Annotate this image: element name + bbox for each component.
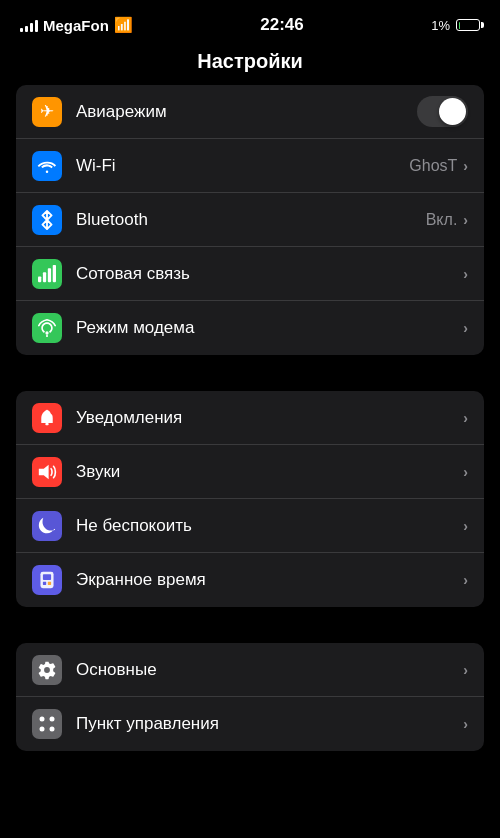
- svg-rect-3: [53, 265, 56, 282]
- value-bluetooth: Вкл.: [426, 211, 458, 229]
- label-airplane: Авиарежим: [76, 102, 417, 122]
- label-screentime: Экранное время: [76, 570, 463, 590]
- icon-hotspot: [32, 313, 62, 343]
- chevron-notifications: ›: [463, 410, 468, 426]
- svg-rect-1: [43, 272, 46, 282]
- svg-rect-5: [45, 422, 48, 424]
- svg-point-13: [50, 717, 55, 722]
- row-sounds[interactable]: Звуки›: [16, 445, 484, 499]
- label-donotdisturb: Не беспокоить: [76, 516, 463, 536]
- section-general: Основные› Пункт управления›: [0, 643, 500, 751]
- row-controlcenter[interactable]: Пункт управления›: [16, 697, 484, 751]
- carrier-name: MegaFon: [43, 17, 109, 34]
- row-hotspot[interactable]: Режим модема›: [16, 301, 484, 355]
- svg-rect-2: [48, 268, 51, 282]
- svg-point-14: [40, 727, 45, 732]
- status-left: MegaFon 📶: [20, 16, 133, 34]
- battery-icon: [456, 19, 480, 31]
- chevron-donotdisturb: ›: [463, 518, 468, 534]
- icon-screentime: [32, 565, 62, 595]
- label-controlcenter: Пункт управления: [76, 714, 463, 734]
- status-bar: MegaFon 📶 22:46 1%: [0, 0, 500, 44]
- battery-percent: 1%: [431, 18, 450, 33]
- chevron-wifi: ›: [463, 158, 468, 174]
- label-general: Основные: [76, 660, 463, 680]
- status-right: 1%: [431, 18, 480, 33]
- svg-rect-11: [48, 582, 51, 585]
- wifi-icon: 📶: [114, 16, 133, 34]
- chevron-controlcenter: ›: [463, 716, 468, 732]
- chevron-hotspot: ›: [463, 320, 468, 336]
- label-sounds: Звуки: [76, 462, 463, 482]
- signal-bars: [20, 18, 38, 32]
- icon-cellular: [32, 259, 62, 289]
- icon-general: [32, 655, 62, 685]
- svg-point-15: [50, 727, 55, 732]
- icon-bluetooth: [32, 205, 62, 235]
- section-connectivity: ✈ Авиарежим Wi-FiGhosT › BluetoothВкл. › Со…: [0, 85, 500, 355]
- label-notifications: Уведомления: [76, 408, 463, 428]
- icon-wifi: [32, 151, 62, 181]
- svg-rect-0: [38, 276, 41, 282]
- label-cellular: Сотовая связь: [76, 264, 463, 284]
- icon-donotdisturb: [32, 511, 62, 541]
- row-bluetooth[interactable]: BluetoothВкл. ›: [16, 193, 484, 247]
- row-wifi[interactable]: Wi-FiGhosT ›: [16, 139, 484, 193]
- svg-rect-10: [43, 582, 46, 585]
- label-hotspot: Режим модема: [76, 318, 463, 338]
- chevron-bluetooth: ›: [463, 212, 468, 228]
- toggle-airplane[interactable]: [417, 96, 468, 127]
- section-notifications: Уведомления› Звуки› Не беспокоить› Экран…: [0, 391, 500, 607]
- row-airplane[interactable]: ✈ Авиарежим: [16, 85, 484, 139]
- value-wifi: GhosT: [409, 157, 457, 175]
- icon-notifications: [32, 403, 62, 433]
- row-donotdisturb[interactable]: Не беспокоить›: [16, 499, 484, 553]
- svg-point-4: [45, 331, 48, 334]
- label-wifi: Wi-Fi: [76, 156, 409, 176]
- row-screentime[interactable]: Экранное время›: [16, 553, 484, 607]
- svg-marker-7: [39, 464, 49, 479]
- svg-rect-9: [43, 574, 51, 580]
- row-general[interactable]: Основные›: [16, 643, 484, 697]
- icon-sounds: [32, 457, 62, 487]
- svg-point-12: [40, 717, 45, 722]
- page-title: Настройки: [0, 44, 500, 85]
- chevron-sounds: ›: [463, 464, 468, 480]
- chevron-general: ›: [463, 662, 468, 678]
- icon-controlcenter: [32, 709, 62, 739]
- icon-airplane: ✈: [32, 97, 62, 127]
- row-cellular[interactable]: Сотовая связь›: [16, 247, 484, 301]
- chevron-screentime: ›: [463, 572, 468, 588]
- row-notifications[interactable]: Уведомления›: [16, 391, 484, 445]
- label-bluetooth: Bluetooth: [76, 210, 426, 230]
- status-time: 22:46: [260, 15, 303, 35]
- chevron-cellular: ›: [463, 266, 468, 282]
